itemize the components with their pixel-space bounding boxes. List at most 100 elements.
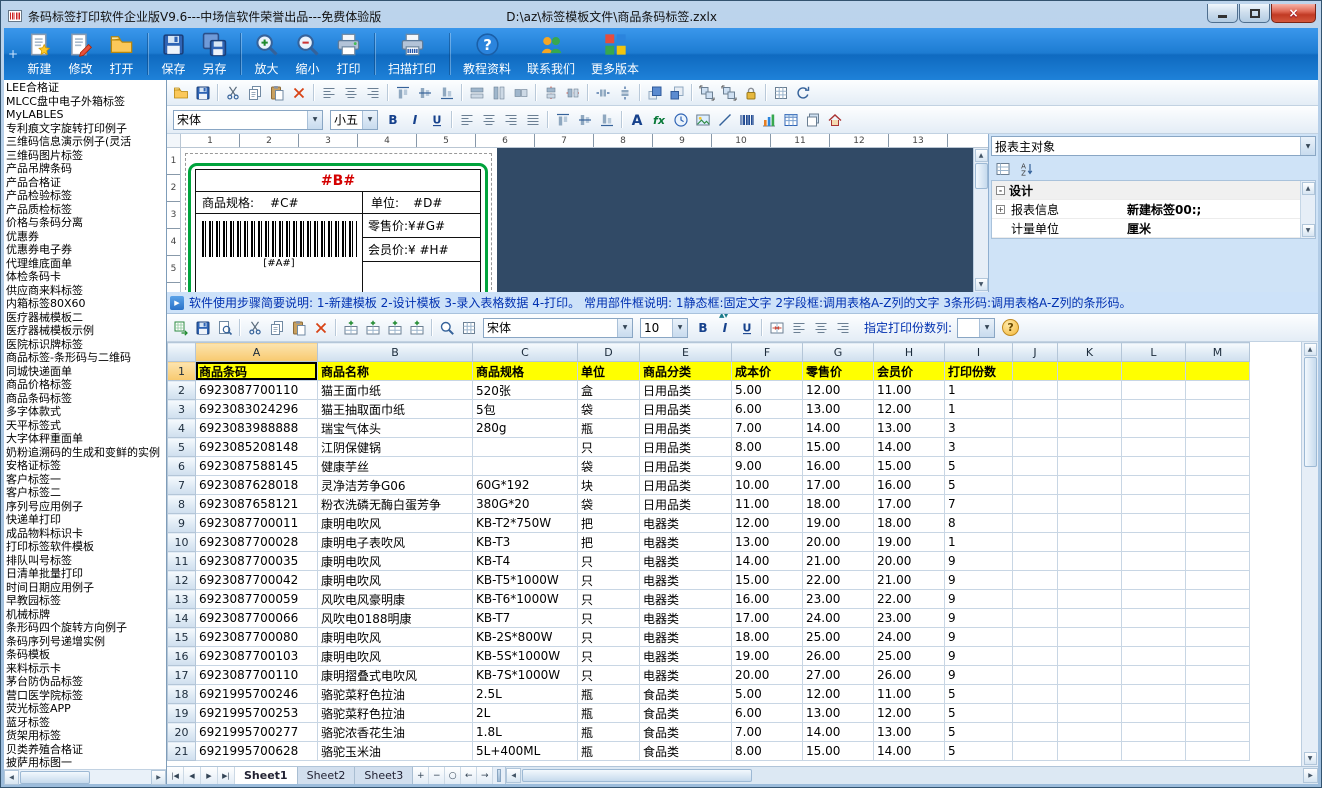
cell-C2[interactable]: 520张: [472, 380, 578, 400]
cell-H1[interactable]: 会员价: [873, 361, 945, 381]
cell-E16[interactable]: 电器类: [639, 646, 732, 666]
template-item[interactable]: 代理维底面单: [4, 257, 166, 271]
export-table-button[interactable]: [170, 317, 191, 338]
remove-sheet-button[interactable]: −: [429, 767, 446, 784]
send-back-button[interactable]: [666, 82, 687, 103]
cell-M15[interactable]: [1185, 627, 1250, 647]
help-button[interactable]: ?: [1002, 319, 1020, 336]
cell-D18[interactable]: 瓶: [577, 684, 640, 704]
align-right-button[interactable]: [500, 109, 521, 130]
cell-C9[interactable]: KB-T2*750W: [472, 513, 578, 533]
save-table-button[interactable]: [192, 317, 213, 338]
cell-L13[interactable]: [1121, 589, 1186, 609]
cell-G1[interactable]: 零售价: [802, 361, 874, 381]
column-header-F[interactable]: F: [731, 342, 803, 362]
template-item[interactable]: 内箱标签80X60: [4, 297, 166, 311]
cell-E12[interactable]: 电器类: [639, 570, 732, 590]
template-item[interactable]: 医疗器械模板示例: [4, 324, 166, 338]
cell-K12[interactable]: [1057, 570, 1122, 590]
cell-J15[interactable]: [1012, 627, 1058, 647]
align-right-button[interactable]: [832, 317, 853, 338]
cell-D13[interactable]: 只: [577, 589, 640, 609]
cell-C4[interactable]: 280g: [472, 418, 578, 438]
paste-button[interactable]: [266, 82, 287, 103]
template-item[interactable]: 同城快递面单: [4, 365, 166, 379]
cell-J9[interactable]: [1012, 513, 1058, 533]
template-item[interactable]: LEE合格证: [4, 81, 166, 95]
cell-C16[interactable]: KB-5S*1000W: [472, 646, 578, 666]
cell-M2[interactable]: [1185, 380, 1250, 400]
cell-H10[interactable]: 19.00: [873, 532, 945, 552]
cell-D15[interactable]: 只: [577, 627, 640, 647]
cell-I20[interactable]: 5: [944, 722, 1013, 742]
cell-J13[interactable]: [1012, 589, 1058, 609]
cell-K18[interactable]: [1057, 684, 1122, 704]
template-item[interactable]: 天平标签式: [4, 419, 166, 433]
template-item[interactable]: 体检条码卡: [4, 270, 166, 284]
cell-C17[interactable]: KB-7S*1000W: [472, 665, 578, 685]
formula-button[interactable]: fx: [648, 109, 669, 130]
cell-K15[interactable]: [1057, 627, 1122, 647]
property-grid-scrollbar[interactable]: ▲ ▼: [1300, 181, 1315, 238]
bold-button[interactable]: B: [692, 317, 713, 338]
table-font-select[interactable]: 宋体 ▼: [483, 317, 633, 338]
layers-button[interactable]: [802, 109, 823, 130]
cut-button[interactable]: [222, 82, 243, 103]
cell-M4[interactable]: [1185, 418, 1250, 438]
scroll-down-icon[interactable]: ▼: [1303, 752, 1317, 765]
cell-G16[interactable]: 26.00: [802, 646, 874, 666]
insert-col-right-button[interactable]: [406, 317, 427, 338]
cell-H8[interactable]: 17.00: [873, 494, 945, 514]
panel-splitter-handle[interactable]: ▲▼: [719, 314, 729, 319]
cell-M20[interactable]: [1185, 722, 1250, 742]
cell-H5[interactable]: 14.00: [873, 437, 945, 457]
cell-E20[interactable]: 食品类: [639, 722, 732, 742]
cell-E5[interactable]: 日用品类: [639, 437, 732, 457]
minimize-button[interactable]: [1207, 4, 1238, 23]
cell-M7[interactable]: [1185, 475, 1250, 495]
open-button[interactable]: [170, 82, 191, 103]
cell-H21[interactable]: 14.00: [873, 741, 945, 761]
cell-C13[interactable]: KB-T6*1000W: [472, 589, 578, 609]
cell-J14[interactable]: [1012, 608, 1058, 628]
cell-D8[interactable]: 袋: [577, 494, 640, 514]
cell-K14[interactable]: [1057, 608, 1122, 628]
cell-E21[interactable]: 食品类: [639, 741, 732, 761]
cell-A1[interactable]: 商品条码: [195, 361, 318, 381]
cell-E15[interactable]: 电器类: [639, 627, 732, 647]
cell-F16[interactable]: 19.00: [731, 646, 803, 666]
label-template[interactable]: #B# 商品规格: #C# 单位: #D# [#A#] 零售价:¥#G# 会员价…: [188, 163, 488, 292]
cell-M12[interactable]: [1185, 570, 1250, 590]
template-item[interactable]: 货架用标签: [4, 729, 166, 743]
template-item[interactable]: 蓝牙标签: [4, 716, 166, 730]
template-item[interactable]: 医院标识牌标签: [4, 338, 166, 352]
grid-button[interactable]: [770, 82, 791, 103]
maximize-button[interactable]: [1239, 4, 1270, 23]
cell-B14[interactable]: 风吹电0188明康: [317, 608, 473, 628]
cell-A4[interactable]: 6923083988888: [195, 418, 318, 438]
cell-G18[interactable]: 12.00: [802, 684, 874, 704]
cell-E7[interactable]: 日用品类: [639, 475, 732, 495]
cut-button[interactable]: [244, 317, 265, 338]
lock-button[interactable]: [740, 82, 761, 103]
cell-G19[interactable]: 13.00: [802, 703, 874, 723]
line-button[interactable]: [714, 109, 735, 130]
cell-B8[interactable]: 粉衣洗磷无酶白蛋芳争: [317, 494, 473, 514]
cell-D21[interactable]: 瓶: [577, 741, 640, 761]
cell-L7[interactable]: [1121, 475, 1186, 495]
cell-E1[interactable]: 商品分类: [639, 361, 732, 381]
categorized-button[interactable]: [992, 158, 1013, 179]
cell-B19[interactable]: 骆驼菜籽色拉油: [317, 703, 473, 723]
cell-J6[interactable]: [1012, 456, 1058, 476]
template-item[interactable]: 贝类养殖合格证: [4, 743, 166, 757]
cell-D14[interactable]: 只: [577, 608, 640, 628]
row-header-13[interactable]: 13: [167, 589, 196, 609]
sheet-tab-sheet3[interactable]: Sheet3: [355, 767, 414, 784]
cell-F21[interactable]: 8.00: [731, 741, 803, 761]
next-sheet-button[interactable]: ▶: [201, 767, 218, 784]
template-item[interactable]: 荧光标签APP: [4, 702, 166, 716]
template-item[interactable]: 成品物料标识卡: [4, 527, 166, 541]
italic-button[interactable]: I: [714, 317, 735, 338]
cell-B17[interactable]: 康明摺叠式电吹风: [317, 665, 473, 685]
cell-C8[interactable]: 380G*20: [472, 494, 578, 514]
